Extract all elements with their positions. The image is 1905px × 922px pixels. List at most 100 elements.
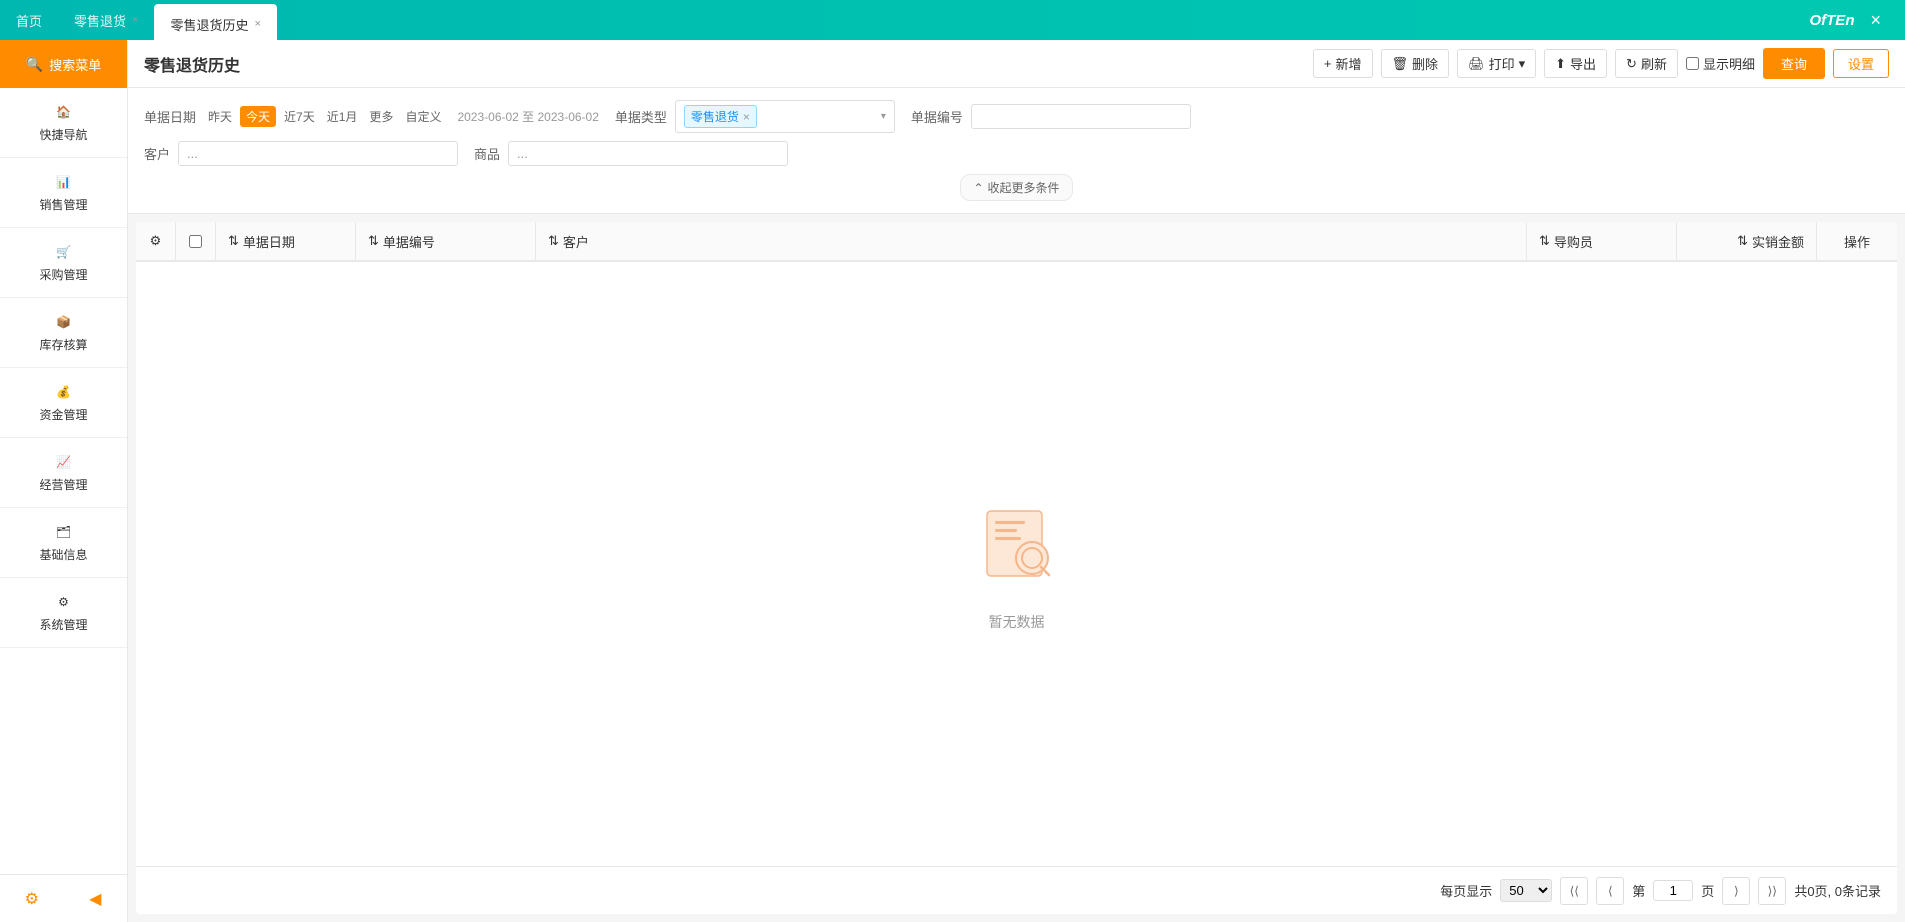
export-icon: ⬆ bbox=[1555, 56, 1566, 72]
th-customer-label: 客户 bbox=[563, 232, 589, 251]
sales-icon: 📊 bbox=[54, 172, 74, 192]
product-input[interactable]: ... bbox=[508, 141, 788, 166]
collapse-row: ⌃ 收起更多条件 bbox=[144, 174, 1889, 201]
th-doc-date[interactable]: ⇅ 单据日期 bbox=[216, 222, 356, 260]
refresh-icon: ↻ bbox=[1626, 56, 1637, 72]
table-header: ⚙ ⇅ 单据日期 ⇅ 单据编号 ⇅ 客户 ⇅ bbox=[136, 222, 1897, 262]
customer-ellipsis: ... bbox=[187, 146, 198, 161]
sidebar-collapse-button[interactable]: ◀ bbox=[64, 875, 128, 922]
delete-label: 删除 bbox=[1412, 54, 1438, 73]
filter-group-doc-no: 单据编号 bbox=[911, 104, 1191, 129]
sidebar-item-basic-info[interactable]: 🗂 基础信息 bbox=[0, 508, 127, 578]
refresh-button[interactable]: ↻ 刷新 bbox=[1615, 49, 1678, 78]
th-customer[interactable]: ⇅ 客户 bbox=[536, 222, 1527, 260]
sidebar-item-quick-nav-label: 快捷导航 bbox=[39, 126, 87, 143]
tab-retail-return-label: 零售退货 bbox=[74, 11, 126, 30]
th-guide[interactable]: ⇅ 导购员 bbox=[1527, 222, 1677, 260]
filter-group-doc-date: 单据日期 昨天 今天 近7天 近1月 更多 自定义 2023-06-02 至 2… bbox=[144, 106, 599, 127]
date-option-7days[interactable]: 近7天 bbox=[280, 106, 319, 127]
customer-input[interactable]: ... bbox=[178, 141, 458, 166]
date-option-yesterday[interactable]: 昨天 bbox=[204, 106, 236, 127]
filter-group-product: 商品 ... bbox=[474, 141, 788, 166]
sidebar-search-label: 搜索菜单 bbox=[49, 55, 101, 74]
tab-retail-return-history[interactable]: 零售退货历史 × bbox=[154, 4, 276, 44]
empty-text: 暂无数据 bbox=[989, 612, 1045, 632]
show-detail-checkbox[interactable] bbox=[1686, 57, 1699, 70]
sidebar-item-inventory-label: 库存核算 bbox=[39, 336, 87, 353]
sidebar: 🔍 搜索菜单 🏠 快捷导航 📊 销售管理 🛒 采购管理 📦 库存核算 💰 资金管… bbox=[0, 40, 128, 922]
show-detail-label: 显示明细 bbox=[1703, 54, 1755, 73]
print-button[interactable]: 🖨 打印 ▾ bbox=[1457, 49, 1536, 78]
window-close-button[interactable]: × bbox=[1862, 10, 1889, 31]
delete-button[interactable]: 🗑 删除 bbox=[1381, 49, 1450, 78]
next-page-button[interactable]: ⟩ bbox=[1722, 877, 1750, 905]
collapse-button[interactable]: ⌃ 收起更多条件 bbox=[960, 174, 1072, 201]
th-check[interactable] bbox=[176, 222, 216, 260]
basic-info-icon: 🗂 bbox=[54, 522, 74, 542]
per-page-select[interactable]: 10 20 50 100 bbox=[1500, 879, 1552, 902]
page-header: 零售退货历史 + 新增 🗑 删除 🖨 打印 ▾ ⬆ 导出 bbox=[128, 40, 1905, 88]
pagination: 每页显示 10 20 50 100 ⟨⟨ ⟨ 第 页 ⟩ ⟩⟩ 共0页, 0条记… bbox=[136, 866, 1897, 914]
sidebar-item-sales-label: 销售管理 bbox=[39, 196, 87, 213]
sidebar-item-finance[interactable]: 💰 资金管理 bbox=[0, 368, 127, 438]
query-button[interactable]: 查询 bbox=[1763, 48, 1825, 79]
filter-group-doc-type: 单据类型 零售退货 × ▾ bbox=[615, 100, 895, 133]
doc-no-input[interactable] bbox=[971, 104, 1191, 129]
tab-retail-return-history-close[interactable]: × bbox=[254, 18, 260, 30]
page-title: 零售退货历史 bbox=[144, 52, 240, 76]
th-doc-date-sort-icon: ⇅ bbox=[228, 233, 239, 249]
sidebar-search[interactable]: 🔍 搜索菜单 bbox=[0, 40, 127, 88]
add-button[interactable]: + 新增 bbox=[1313, 49, 1373, 78]
sidebar-item-sales[interactable]: 📊 销售管理 bbox=[0, 158, 127, 228]
filter-row-1: 单据日期 昨天 今天 近7天 近1月 更多 自定义 2023-06-02 至 2… bbox=[144, 100, 1889, 133]
export-button[interactable]: ⬆ 导出 bbox=[1544, 49, 1607, 78]
sidebar-item-system[interactable]: ⚙ 系统管理 bbox=[0, 578, 127, 648]
date-option-custom[interactable]: 自定义 bbox=[401, 106, 445, 127]
filter-area: 单据日期 昨天 今天 近7天 近1月 更多 自定义 2023-06-02 至 2… bbox=[128, 88, 1905, 214]
first-page-button[interactable]: ⟨⟨ bbox=[1560, 877, 1588, 905]
collapse-icon: ⌃ bbox=[973, 181, 983, 195]
tab-retail-return-close[interactable]: × bbox=[132, 14, 138, 26]
th-ops-label: 操作 bbox=[1844, 232, 1870, 251]
content-area: 零售退货历史 + 新增 🗑 删除 🖨 打印 ▾ ⬆ 导出 bbox=[128, 40, 1905, 922]
sidebar-item-finance-label: 资金管理 bbox=[39, 406, 87, 423]
doc-type-label: 单据类型 bbox=[615, 107, 667, 126]
page-actions: + 新增 🗑 删除 🖨 打印 ▾ ⬆ 导出 ↻ 刷新 bbox=[1313, 48, 1889, 79]
date-option-more[interactable]: 更多 bbox=[365, 106, 397, 127]
last-page-button[interactable]: ⟩⟩ bbox=[1758, 877, 1786, 905]
th-doc-no-label: 单据编号 bbox=[383, 232, 435, 251]
page-label-prefix: 第 bbox=[1632, 881, 1645, 900]
th-amount[interactable]: ⇅ 实销金额 bbox=[1677, 222, 1817, 260]
date-option-today[interactable]: 今天 bbox=[240, 106, 276, 127]
th-doc-date-label: 单据日期 bbox=[243, 232, 295, 251]
home-icon: 🏠 bbox=[54, 102, 74, 122]
sidebar-item-operations[interactable]: 📈 经营管理 bbox=[0, 438, 127, 508]
add-label: 新增 bbox=[1336, 54, 1362, 73]
date-option-1month[interactable]: 近1月 bbox=[323, 106, 362, 127]
collapse-label: 收起更多条件 bbox=[988, 179, 1060, 196]
tab-retail-return[interactable]: 零售退货 × bbox=[58, 0, 154, 40]
empty-state: 暂无数据 bbox=[136, 262, 1897, 866]
page-number-input[interactable] bbox=[1653, 880, 1693, 901]
product-label: 商品 bbox=[474, 144, 500, 163]
th-settings[interactable]: ⚙ bbox=[136, 222, 176, 260]
sidebar-item-purchase[interactable]: 🛒 采购管理 bbox=[0, 228, 127, 298]
th-doc-no[interactable]: ⇅ 单据编号 bbox=[356, 222, 536, 260]
sidebar-item-quick-nav[interactable]: 🏠 快捷导航 bbox=[0, 88, 127, 158]
tab-home-label: 首页 bbox=[16, 11, 42, 30]
sidebar-item-inventory[interactable]: 📦 库存核算 bbox=[0, 298, 127, 368]
system-icon: ⚙ bbox=[54, 592, 74, 612]
filter-group-customer: 客户 ... bbox=[144, 141, 458, 166]
doc-type-tag-remove[interactable]: × bbox=[743, 110, 750, 124]
prev-page-button[interactable]: ⟨ bbox=[1596, 877, 1624, 905]
doc-type-select[interactable]: 零售退货 × ▾ bbox=[675, 100, 895, 133]
select-all-checkbox[interactable] bbox=[189, 235, 202, 248]
column-settings-icon[interactable]: ⚙ bbox=[150, 233, 162, 249]
tab-retail-return-history-label: 零售退货历史 bbox=[170, 15, 248, 34]
show-detail-checkbox-label[interactable]: 显示明细 bbox=[1686, 54, 1755, 73]
settings-button[interactable]: 设置 bbox=[1833, 49, 1889, 78]
tab-home[interactable]: 首页 bbox=[0, 0, 58, 40]
table-area: ⚙ ⇅ 单据日期 ⇅ 单据编号 ⇅ 客户 ⇅ bbox=[136, 222, 1897, 914]
sidebar-settings-button[interactable]: ⚙ bbox=[0, 875, 64, 922]
purchase-icon: 🛒 bbox=[54, 242, 74, 262]
